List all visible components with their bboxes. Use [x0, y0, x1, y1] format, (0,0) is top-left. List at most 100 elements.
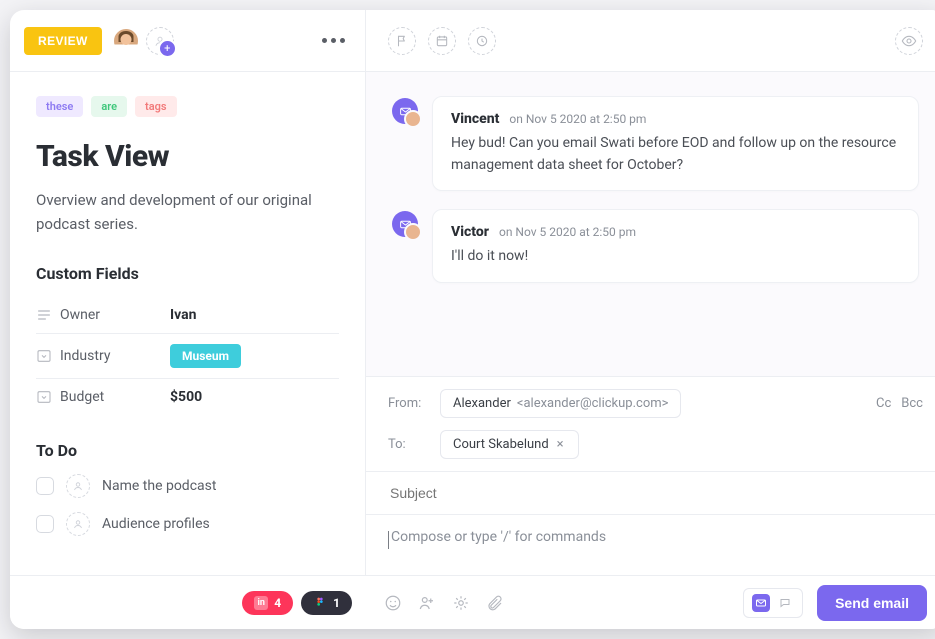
- flag-icon: [395, 34, 409, 48]
- more-menu-button[interactable]: [316, 32, 351, 49]
- custom-field-value[interactable]: Museum: [170, 344, 241, 368]
- from-email: <alexander@clickup.com>: [517, 396, 669, 411]
- invision-attachments-button[interactable]: in 4: [242, 591, 293, 615]
- text-field-icon: [36, 307, 60, 323]
- from-row: From: Alexander <alexander@clickup.com> …: [366, 377, 935, 430]
- add-assignee-button[interactable]: +: [146, 27, 174, 55]
- todo-label[interactable]: Name the podcast: [102, 478, 216, 494]
- comment-timestamp: on Nov 5 2020 at 2:50 pm: [509, 112, 646, 126]
- todo-assignee-button[interactable]: [66, 512, 90, 536]
- body-placeholder: Compose or type '/' for commands: [391, 529, 606, 565]
- custom-field-value[interactable]: Ivan: [170, 307, 196, 323]
- mail-icon: [399, 218, 412, 231]
- dropdown-field-icon: [36, 389, 60, 405]
- remove-recipient-button[interactable]: ×: [555, 437, 566, 452]
- comment-bubble[interactable]: Victor on Nov 5 2020 at 2:50 pm I'll do …: [432, 209, 919, 283]
- figma-attachments-button[interactable]: 1: [301, 591, 352, 615]
- comment-author: Vincent: [451, 111, 499, 127]
- text-caret-icon: [388, 531, 389, 549]
- comment-avatar: [392, 98, 418, 124]
- attach-button[interactable]: [486, 594, 504, 612]
- send-email-button[interactable]: Send email: [817, 585, 927, 621]
- custom-fields-list: Owner Ivan Industry Museum Budget $500: [36, 297, 339, 415]
- todo-checkbox[interactable]: [36, 477, 54, 495]
- custom-field-row: Budget $500: [36, 379, 339, 415]
- comment-avatar: [392, 211, 418, 237]
- bcc-button[interactable]: Bcc: [901, 396, 923, 411]
- from-pill[interactable]: Alexander <alexander@clickup.com>: [440, 389, 681, 418]
- comment-bubble[interactable]: Vincent on Nov 5 2020 at 2:50 pm Hey bud…: [432, 96, 919, 191]
- custom-field-label: Owner: [60, 307, 170, 323]
- emoji-icon: [384, 594, 402, 612]
- comment: Vincent on Nov 5 2020 at 2:50 pm Hey bud…: [392, 96, 919, 191]
- emoji-button[interactable]: [384, 594, 402, 612]
- set-date-button[interactable]: [428, 27, 456, 55]
- set-priority-button[interactable]: [388, 27, 416, 55]
- task-panel: REVIEW + these are tags Task View Overvi…: [10, 10, 366, 629]
- todo-list: Name the podcast Audience profiles: [36, 474, 339, 536]
- invision-icon: in: [254, 596, 268, 610]
- task-window: REVIEW + these are tags Task View Overvi…: [10, 10, 935, 629]
- tags-row: these are tags: [36, 96, 339, 117]
- to-name: Court Skabelund: [453, 437, 549, 452]
- dropdown-field-icon: [36, 348, 60, 364]
- custom-field-value[interactable]: $500: [170, 389, 202, 405]
- assign-icon: [418, 594, 436, 612]
- comment-author: Victor: [451, 224, 489, 240]
- calendar-icon: [435, 34, 449, 48]
- comment-body: I'll do it now!: [451, 246, 900, 268]
- task-description[interactable]: Overview and development of our original…: [36, 188, 339, 236]
- figma-count: 1: [333, 596, 340, 610]
- mail-icon: [399, 105, 412, 118]
- custom-field-row: Industry Museum: [36, 334, 339, 379]
- figma-icon: [313, 596, 327, 610]
- activity-header: [366, 10, 935, 72]
- from-name: Alexander: [453, 396, 511, 411]
- custom-fields-heading: Custom Fields: [36, 264, 339, 283]
- comment-body: Hey bud! Can you email Swati before EOD …: [451, 133, 900, 176]
- eye-icon: [901, 33, 917, 49]
- clock-icon: [475, 34, 489, 48]
- todo-assignee-button[interactable]: [66, 474, 90, 498]
- to-label: To:: [388, 437, 428, 452]
- todo-checkbox[interactable]: [36, 515, 54, 533]
- body-editor[interactable]: Compose or type '/' for commands: [366, 515, 935, 571]
- comment-thread: Vincent on Nov 5 2020 at 2:50 pm Hey bud…: [366, 72, 935, 291]
- gear-icon: [452, 594, 470, 612]
- footer-bar: in 4 1: [10, 575, 935, 629]
- task-title[interactable]: Task View: [36, 139, 339, 174]
- from-label: From:: [388, 396, 428, 411]
- mention-button[interactable]: [418, 594, 436, 612]
- paperclip-icon: [486, 594, 504, 612]
- compose-mode-toggle[interactable]: [743, 588, 803, 618]
- invision-count: 4: [274, 596, 281, 610]
- assignees-cluster: +: [112, 27, 174, 55]
- subject-row: [366, 471, 935, 515]
- tag[interactable]: are: [91, 96, 127, 117]
- watch-button[interactable]: [895, 27, 923, 55]
- person-icon: [72, 480, 84, 492]
- subject-input[interactable]: [388, 484, 923, 502]
- to-pill[interactable]: Court Skabelund ×: [440, 430, 579, 459]
- todo-item: Name the podcast: [36, 474, 339, 498]
- tag[interactable]: tags: [135, 96, 177, 117]
- todo-heading: To Do: [36, 441, 339, 460]
- track-time-button[interactable]: [468, 27, 496, 55]
- comment-mode-icon: [776, 594, 794, 612]
- custom-field-label: Budget: [60, 389, 170, 405]
- comment-timestamp: on Nov 5 2020 at 2:50 pm: [499, 225, 636, 239]
- assignee-avatar[interactable]: [112, 27, 140, 55]
- email-mode-icon: [752, 594, 770, 612]
- status-button[interactable]: REVIEW: [24, 27, 102, 55]
- cc-button[interactable]: Cc: [876, 396, 891, 411]
- todo-label[interactable]: Audience profiles: [102, 516, 210, 532]
- to-row: To: Court Skabelund ×: [366, 430, 935, 471]
- plus-icon: +: [158, 39, 177, 58]
- task-header: REVIEW +: [10, 10, 365, 72]
- comment: Victor on Nov 5 2020 at 2:50 pm I'll do …: [392, 209, 919, 283]
- tag[interactable]: these: [36, 96, 83, 117]
- activity-panel: Vincent on Nov 5 2020 at 2:50 pm Hey bud…: [366, 10, 935, 629]
- custom-field-row: Owner Ivan: [36, 297, 339, 334]
- person-icon: [72, 518, 84, 530]
- settings-button[interactable]: [452, 594, 470, 612]
